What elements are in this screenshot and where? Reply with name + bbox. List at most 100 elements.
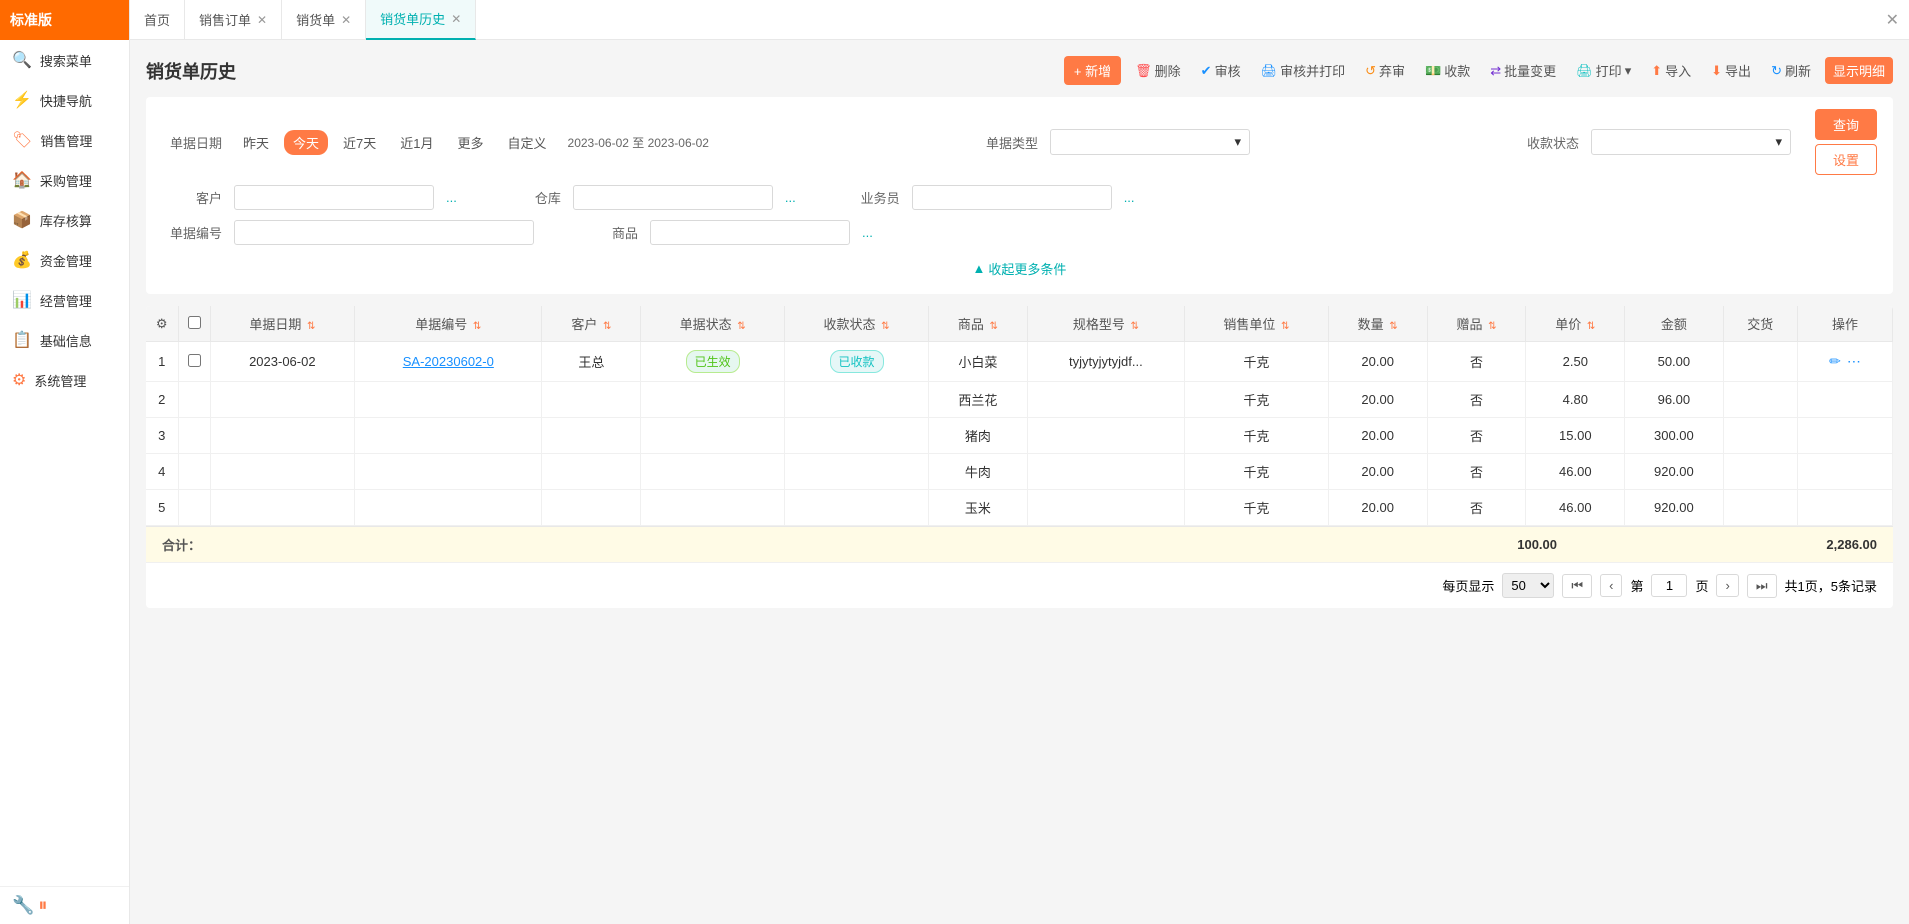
discard-button[interactable]: ↺ 弃审: [1359, 57, 1411, 84]
collapse-button[interactable]: ▲ 收起更多条件: [162, 255, 1877, 282]
sidebar-item-label: 搜索菜单: [40, 51, 92, 70]
date-btn-yesterday[interactable]: 昨天: [234, 130, 278, 155]
last-page-btn[interactable]: ⏭: [1747, 574, 1777, 598]
print-chevron-icon: ▾: [1625, 63, 1632, 79]
collect-status-label: 收款状态: [1519, 133, 1579, 152]
th-price[interactable]: 单价 ⇅: [1526, 306, 1625, 342]
th-doc-status[interactable]: 单据状态 ⇅: [641, 306, 785, 342]
th-spec[interactable]: 规格型号 ⇅: [1027, 306, 1184, 342]
collect-status-select[interactable]: ▾: [1591, 129, 1791, 155]
status-badge-collect: 已收款: [830, 350, 884, 373]
collect-button[interactable]: 💵 收款: [1419, 57, 1476, 84]
sidebar-item-search[interactable]: 🔍 搜索菜单: [0, 40, 129, 80]
query-button[interactable]: 查询: [1815, 109, 1877, 140]
audit-print-button[interactable]: 🖨 审核并打印: [1255, 57, 1352, 84]
sort-icon-gift: ⇅: [1488, 321, 1496, 332]
th-trade[interactable]: 交货: [1723, 306, 1798, 342]
goods-input[interactable]: [650, 220, 850, 245]
sidebar-collapse-icon[interactable]: ⏸: [38, 895, 47, 916]
export-label: 导出: [1725, 61, 1751, 80]
prev-page-btn[interactable]: ‹: [1600, 574, 1622, 597]
collect-status-chevron: ▾: [1775, 134, 1782, 150]
tab-sales-delivery-close[interactable]: ✕: [341, 13, 351, 27]
customer-input[interactable]: [234, 185, 434, 210]
th-amount[interactable]: 金额: [1625, 306, 1723, 342]
th-qty[interactable]: 数量 ⇅: [1328, 306, 1427, 342]
cell-checkbox[interactable]: [178, 418, 210, 454]
select-all-checkbox[interactable]: [188, 316, 201, 329]
tab-sales-history-close[interactable]: ✕: [451, 12, 461, 26]
warehouse-more[interactable]: ...: [785, 190, 796, 205]
doc-no-link[interactable]: SA-20230602-0: [403, 354, 494, 369]
sidebar-item-basic[interactable]: 📋 基础信息: [0, 320, 129, 360]
th-spec-label: 规格型号: [1073, 317, 1125, 332]
tab-home[interactable]: 首页: [130, 0, 185, 40]
set-button[interactable]: 设置: [1815, 144, 1877, 175]
date-btn-custom[interactable]: 自定义: [499, 130, 556, 155]
th-gift[interactable]: 赠品 ⇅: [1427, 306, 1526, 342]
more-icon[interactable]: ⋯: [1847, 353, 1861, 369]
show-detail-button[interactable]: 显示明细: [1825, 57, 1893, 84]
audit-print-icon: 🖨: [1261, 63, 1278, 79]
sidebar-item-operations[interactable]: 📊 经营管理: [0, 280, 129, 320]
cell-gift: 否: [1427, 418, 1526, 454]
sidebar-item-system[interactable]: ⚙ 系统管理: [0, 360, 129, 400]
table-header-row: ⚙ 单据日期 ⇅ 单据编号 ⇅: [146, 306, 1893, 342]
refresh-button[interactable]: ↻ 刷新: [1765, 57, 1817, 84]
tab-sales-order-close[interactable]: ✕: [257, 13, 267, 27]
sidebar-settings-icon[interactable]: 🔧: [12, 895, 34, 916]
th-doc-date[interactable]: 单据日期 ⇅: [210, 306, 355, 342]
page-input[interactable]: [1651, 574, 1687, 597]
tab-sales-history[interactable]: 销货单历史 ✕: [366, 0, 476, 40]
customer-more[interactable]: ...: [446, 190, 457, 205]
th-collect-status[interactable]: 收款状态 ⇅: [785, 306, 929, 342]
row-checkbox[interactable]: [188, 354, 201, 367]
doc-no-label: 单据编号: [162, 223, 222, 242]
collapse-label: 收起更多条件: [988, 259, 1066, 278]
batch-change-button[interactable]: ⇄ 批量变更: [1484, 57, 1562, 84]
cell-checkbox[interactable]: [178, 382, 210, 418]
warehouse-input[interactable]: [573, 185, 773, 210]
cell-checkbox[interactable]: [178, 342, 210, 382]
edit-icon[interactable]: ✏: [1829, 353, 1841, 369]
delete-button[interactable]: 🗑 删除: [1129, 57, 1187, 84]
th-goods[interactable]: 商品 ⇅: [928, 306, 1027, 342]
table-footer: 合计： 100.00 2,286.00: [146, 526, 1893, 562]
cell-no: 5: [146, 490, 178, 526]
sidebar-item-sales[interactable]: 🏷 销售管理: [0, 120, 129, 160]
doc-type-select[interactable]: ▾: [1050, 129, 1250, 155]
audit-button[interactable]: ✔ 审核: [1195, 57, 1247, 84]
export-button[interactable]: ⬇ 导出: [1705, 57, 1757, 84]
per-page-select[interactable]: 50 100 200: [1502, 573, 1554, 598]
next-page-btn[interactable]: ›: [1716, 574, 1738, 597]
goods-more[interactable]: ...: [862, 225, 873, 240]
sidebar-item-inventory[interactable]: 📦 库存核算: [0, 200, 129, 240]
date-btn-today[interactable]: 今天: [284, 130, 328, 155]
sidebar-item-purchase[interactable]: 🏠 采购管理: [0, 160, 129, 200]
date-btn-1month[interactable]: 近1月: [391, 130, 442, 155]
new-button[interactable]: + 新增: [1064, 56, 1121, 85]
sidebar-item-quick-nav[interactable]: ⚡ 快捷导航: [0, 80, 129, 120]
import-button[interactable]: ⬆ 导入: [1645, 57, 1697, 84]
sidebar-bottom: 🔧 ⏸: [0, 886, 129, 924]
th-checkbox[interactable]: [178, 306, 210, 342]
th-customer[interactable]: 客户 ⇅: [542, 306, 641, 342]
cell-checkbox[interactable]: [178, 454, 210, 490]
first-page-btn[interactable]: ⏮: [1562, 574, 1592, 598]
staff-input[interactable]: [912, 185, 1112, 210]
sidebar-item-finance[interactable]: 💰 资金管理: [0, 240, 129, 280]
th-unit[interactable]: 销售单位 ⇅: [1184, 306, 1328, 342]
print-button[interactable]: 🖨 打印 ▾: [1570, 57, 1637, 84]
th-settings[interactable]: ⚙: [146, 306, 178, 342]
refresh-label: 刷新: [1785, 61, 1811, 80]
doc-no-input[interactable]: [234, 220, 534, 245]
cell-doc-date: [210, 418, 355, 454]
tab-sales-order[interactable]: 销售订单 ✕: [185, 0, 282, 40]
tab-close-all[interactable]: ✕: [1876, 10, 1909, 30]
date-btn-7days[interactable]: 近7天: [334, 130, 385, 155]
date-btn-more[interactable]: 更多: [449, 130, 493, 155]
staff-more[interactable]: ...: [1124, 190, 1135, 205]
tab-sales-delivery[interactable]: 销货单 ✕: [282, 0, 366, 40]
cell-checkbox[interactable]: [178, 490, 210, 526]
th-doc-no[interactable]: 单据编号 ⇅: [355, 306, 542, 342]
